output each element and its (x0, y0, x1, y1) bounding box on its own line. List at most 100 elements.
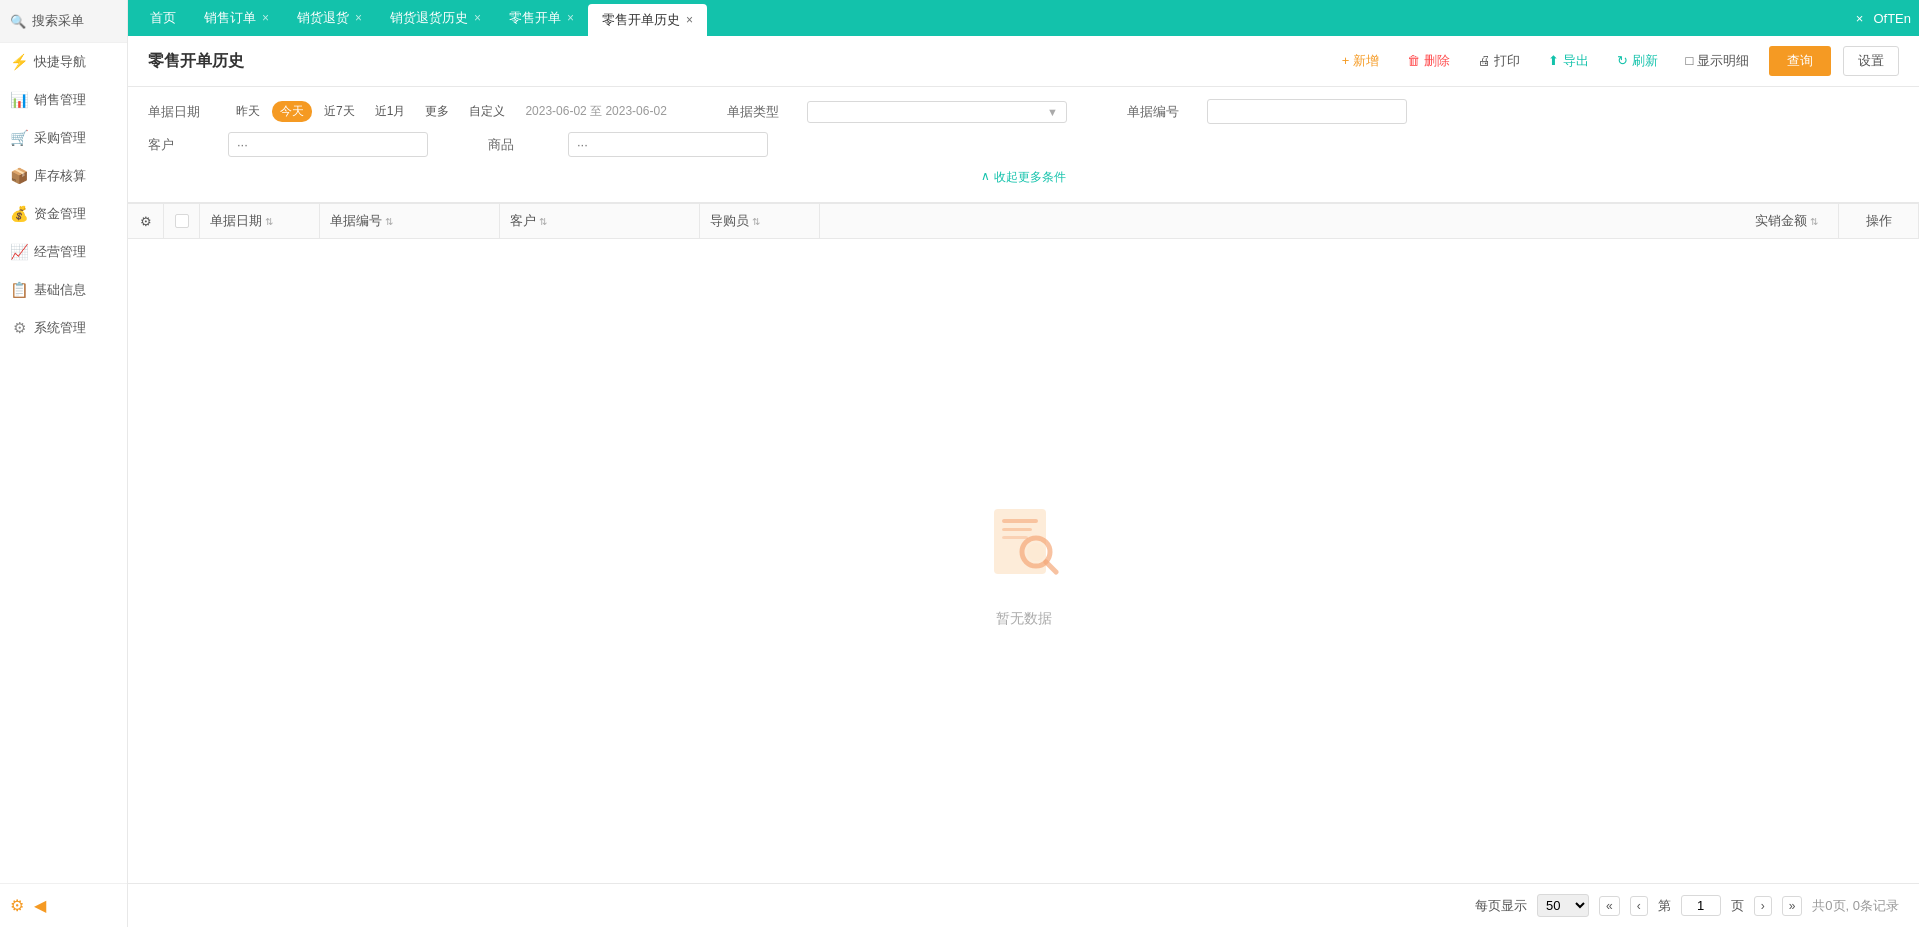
tab-retail-history[interactable]: 零售开单历史 × (588, 4, 707, 36)
filter-area: 单据日期 昨天 今天 近7天 近1月 更多 自定义 2023-06-02 至 2… (128, 87, 1919, 203)
inventory-icon: 📦 (10, 167, 28, 185)
th-customer-sort-icon: ⇅ (539, 216, 547, 227)
purchase-icon: 🛒 (10, 129, 28, 147)
print-button[interactable]: 🖨 打印 (1470, 48, 1529, 74)
tab-retail-history-close[interactable]: × (686, 13, 693, 27)
sidebar-item-sales-mgmt[interactable]: 📊 销售管理 (0, 81, 127, 119)
add-button[interactable]: + 新增 (1334, 48, 1387, 74)
date-tab-custom[interactable]: 自定义 (461, 101, 513, 122)
per-page-label: 每页显示 (1475, 897, 1527, 915)
first-page-btn[interactable]: « (1599, 896, 1620, 916)
sidebar-settings-btn[interactable]: ⚙ (10, 896, 24, 915)
sidebar-collapse-btn[interactable]: ◀ (34, 896, 46, 915)
sidebar-item-label: 快捷导航 (34, 53, 86, 71)
sidebar-item-purchase-mgmt[interactable]: 🛒 采购管理 (0, 119, 127, 157)
page-header: 零售开单历史 + 新增 🗑 删除 🖨 打印 ⬆ 导出 ↻ 刷新 □ 显示明细 查… (128, 36, 1919, 87)
th-order-no[interactable]: 单据编号 ⇅ (320, 204, 500, 238)
last-page-btn[interactable]: » (1782, 896, 1803, 916)
tab-sales-return-close[interactable]: × (355, 11, 362, 25)
sidebar-item-quick-nav[interactable]: ⚡ 快捷导航 (0, 43, 127, 81)
setting-button[interactable]: 设置 (1843, 46, 1899, 76)
empty-state: 暂无数据 (128, 239, 1919, 883)
sidebar-search-btn[interactable]: 🔍 搜索采单 (0, 0, 127, 43)
quick-nav-icon: ⚡ (10, 53, 28, 71)
sidebar-item-basic-info[interactable]: 📋 基础信息 (0, 271, 127, 309)
order-type-label: 单据类型 (727, 103, 787, 121)
date-tab-more[interactable]: 更多 (417, 101, 457, 122)
select-all-checkbox[interactable] (175, 214, 189, 228)
svg-rect-1 (1002, 519, 1038, 523)
sidebar-item-system[interactable]: ⚙ 系统管理 (0, 309, 127, 347)
export-button[interactable]: ⬆ 导出 (1540, 48, 1597, 74)
tab-sales-return-history-close[interactable]: × (474, 11, 481, 25)
date-tab-last7[interactable]: 近7天 (316, 101, 363, 122)
customer-label: 客户 (148, 136, 208, 154)
finance-icon: 💰 (10, 205, 28, 223)
tab-sales-return-history-label: 销货退货历史 (390, 9, 468, 27)
sidebar-item-label: 采购管理 (34, 129, 86, 147)
order-no-label: 单据编号 (1127, 103, 1187, 121)
sidebar-item-inventory[interactable]: 📦 库存核算 (0, 157, 127, 195)
sidebar-item-label: 经营管理 (34, 243, 86, 261)
tab-bar-right: × OfTEn (1856, 11, 1911, 26)
collapse-more-conditions[interactable]: ∧ 收起更多条件 (148, 165, 1899, 190)
filter-row-2: 客户 商品 (148, 132, 1899, 157)
next-page-btn[interactable]: › (1754, 896, 1772, 916)
tab-close-all-btn[interactable]: × (1856, 11, 1864, 26)
tab-sales-return-history[interactable]: 销货退货历史 × (376, 0, 495, 36)
th-date-sort-icon: ⇅ (265, 216, 273, 227)
date-tabs: 昨天 今天 近7天 近1月 更多 自定义 2023-06-02 至 2023-0… (228, 101, 667, 122)
th-date[interactable]: 单据日期 ⇅ (200, 204, 320, 238)
system-icon: ⚙ (10, 319, 28, 337)
collapse-label: 收起更多条件 (994, 169, 1066, 186)
tab-retail-open-close[interactable]: × (567, 11, 574, 25)
empty-illustration (974, 494, 1074, 594)
table-area: ⚙ 单据日期 ⇅ 单据编号 ⇅ 客户 ⇅ 导购员 ⇅ 实销金额 (128, 203, 1919, 883)
query-button[interactable]: 查询 (1769, 46, 1831, 76)
pagination: 每页显示 50 10 20 100 « ‹ 第 页 › » 共0页, 0条记录 (128, 883, 1919, 927)
collapse-up-icon: ∧ (981, 169, 990, 186)
filter-row-1: 单据日期 昨天 今天 近7天 近1月 更多 自定义 2023-06-02 至 2… (148, 99, 1899, 124)
tab-sales-order-close[interactable]: × (262, 11, 269, 25)
th-amount[interactable]: 实销金额 ⇅ (820, 204, 1839, 238)
refresh-button[interactable]: ↻ 刷新 (1609, 48, 1666, 74)
tab-sales-return-label: 销货退货 (297, 9, 349, 27)
date-tab-today[interactable]: 今天 (272, 101, 312, 122)
sidebar-item-label: 销售管理 (34, 91, 86, 109)
page-total-info: 共0页, 0条记录 (1812, 897, 1899, 915)
prev-page-btn[interactable]: ‹ (1630, 896, 1648, 916)
column-settings-icon: ⚙ (140, 214, 152, 229)
per-page-select[interactable]: 50 10 20 100 (1537, 894, 1589, 917)
svg-rect-2 (1002, 528, 1032, 531)
customer-input[interactable] (228, 132, 428, 157)
page-title: 零售开单历史 (148, 51, 1334, 72)
toolbar: + 新增 🗑 删除 🖨 打印 ⬆ 导出 ↻ 刷新 □ 显示明细 查询 设置 (1334, 46, 1899, 76)
goods-input[interactable] (568, 132, 768, 157)
order-no-input[interactable] (1207, 99, 1407, 124)
tab-sales-order[interactable]: 销售订单 × (190, 0, 283, 36)
th-customer[interactable]: 客户 ⇅ (500, 204, 700, 238)
tab-retail-open[interactable]: 零售开单 × (495, 0, 588, 36)
th-checkbox[interactable] (164, 204, 200, 238)
empty-svg (974, 494, 1074, 594)
tab-home[interactable]: 首页 (136, 0, 190, 36)
date-tab-last1m[interactable]: 近1月 (367, 101, 414, 122)
tab-often-label[interactable]: OfTEn (1873, 11, 1911, 26)
sidebar-item-operations[interactable]: 📈 经营管理 (0, 233, 127, 271)
tab-sales-order-label: 销售订单 (204, 9, 256, 27)
sidebar-item-finance[interactable]: 💰 资金管理 (0, 195, 127, 233)
tab-sales-return[interactable]: 销货退货 × (283, 0, 376, 36)
th-settings[interactable]: ⚙ (128, 204, 164, 238)
th-guide[interactable]: 导购员 ⇅ (700, 204, 820, 238)
basic-info-icon: 📋 (10, 281, 28, 299)
th-action-label: 操作 (1866, 212, 1892, 230)
empty-text: 暂无数据 (996, 610, 1052, 628)
display-detail-button[interactable]: □ 显示明细 (1678, 48, 1757, 74)
th-order-no-sort-icon: ⇅ (385, 216, 393, 227)
page-number-input[interactable] (1681, 895, 1721, 916)
tab-bar: 首页 销售订单 × 销货退货 × 销货退货历史 × 零售开单 × 零售开单历史 … (128, 0, 1919, 36)
main-content: 首页 销售订单 × 销货退货 × 销货退货历史 × 零售开单 × 零售开单历史 … (128, 0, 1919, 927)
date-tab-yesterday[interactable]: 昨天 (228, 101, 268, 122)
order-type-select[interactable]: ▼ (807, 101, 1067, 123)
delete-button[interactable]: 🗑 删除 (1399, 48, 1458, 74)
